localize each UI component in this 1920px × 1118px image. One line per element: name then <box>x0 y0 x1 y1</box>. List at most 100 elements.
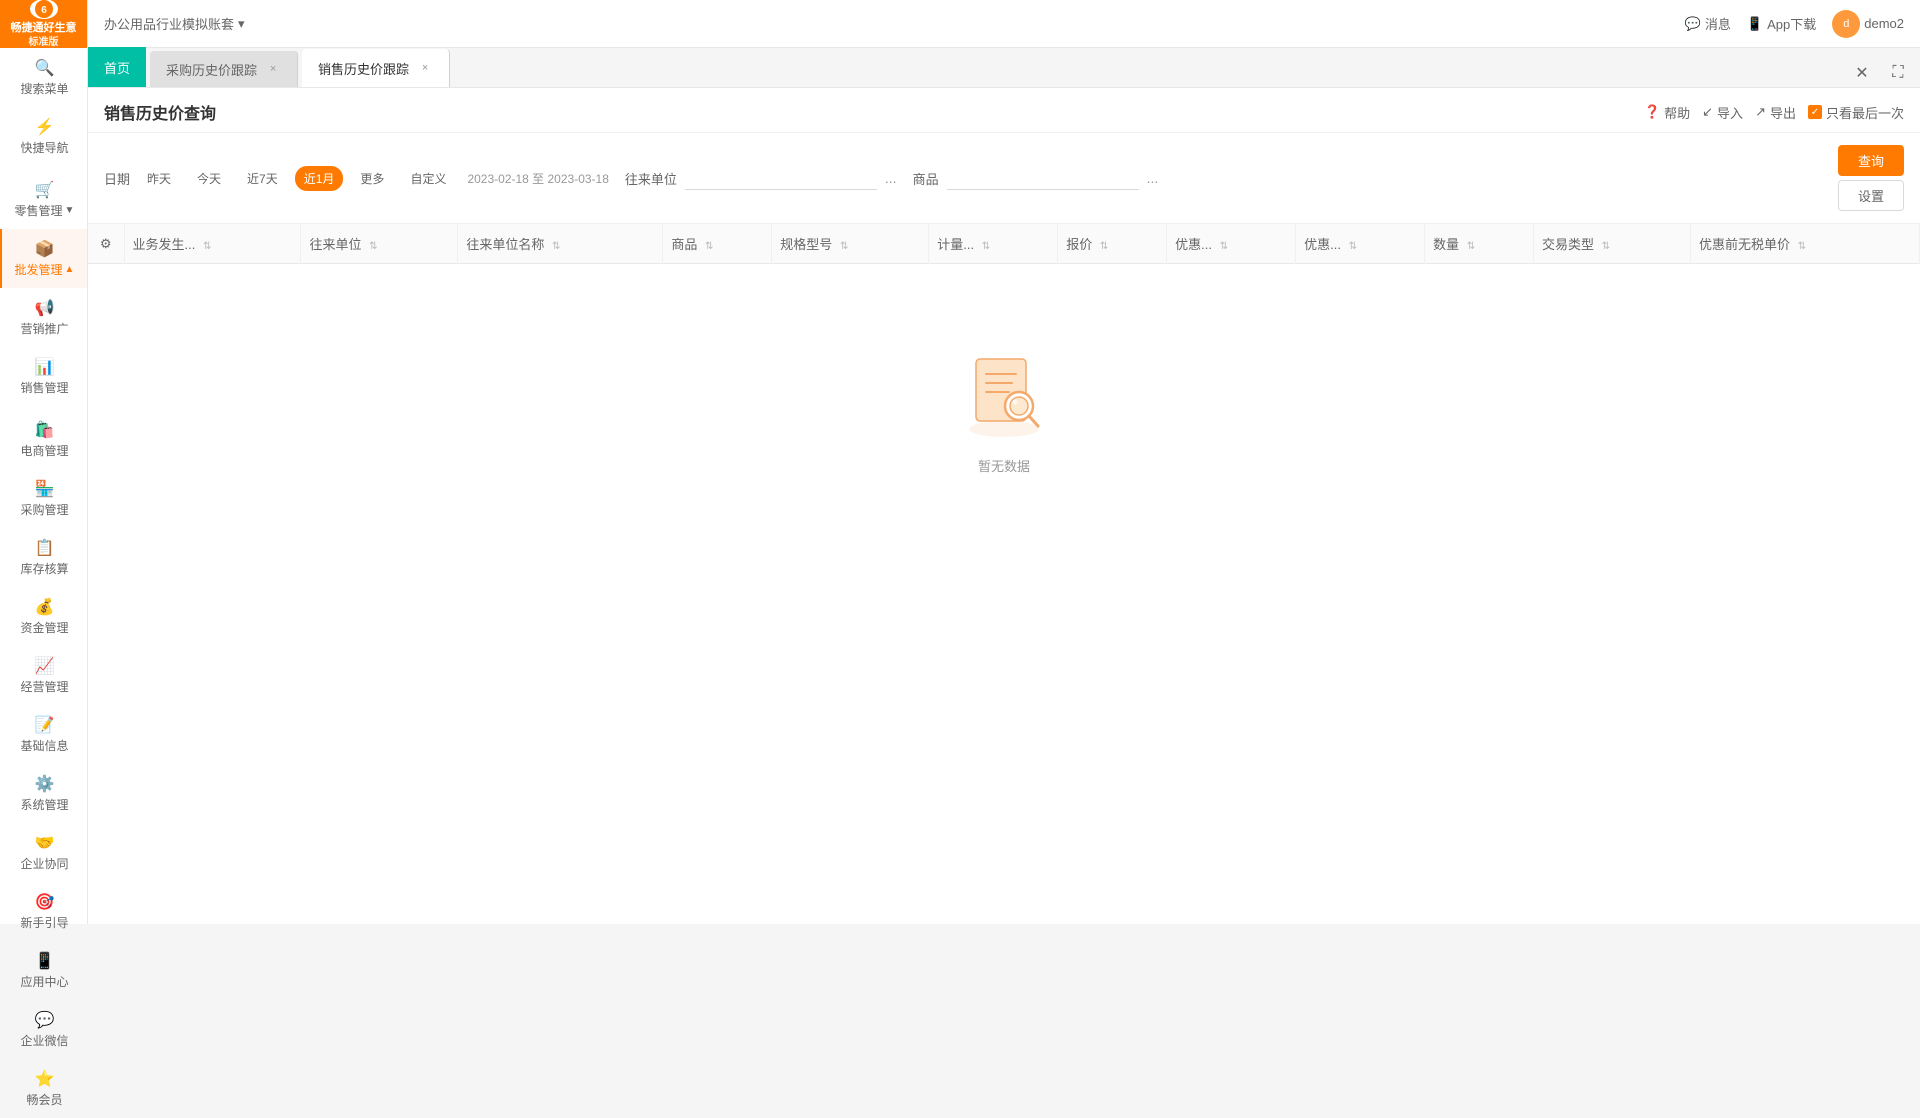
tab-right-actions: ✕ ⛶ <box>1848 59 1920 87</box>
sort-icon-discount1: ⇅ <box>1220 241 1228 252</box>
sidebar-item-basic[interactable]: 📝 基础信息 <box>0 705 87 764</box>
th-discount1[interactable]: 优惠... ⇅ <box>1167 224 1296 264</box>
svg-text:6: 6 <box>41 5 47 16</box>
th-quoted-price[interactable]: 报价 ⇅ <box>1058 224 1167 264</box>
th-biz-date[interactable]: 业务发生... ⇅ <box>124 224 301 264</box>
import-btn[interactable]: ↙ 导入 <box>1702 103 1743 122</box>
account-dropdown[interactable]: 办公用品行业模拟账套 ▾ <box>104 14 245 33</box>
sidebar-item-label-sales: 销售管理 <box>20 379 68 396</box>
tab-purchase-history[interactable]: 采购历史价跟踪 × <box>150 51 298 87</box>
product-dots-btn[interactable]: ... <box>1147 170 1159 186</box>
sidebar-item-label-finance: 资金管理 <box>20 619 68 636</box>
gear-icon: ⚙ <box>100 236 112 251</box>
sidebar-item-vip[interactable]: ⭐ 畅会员 <box>0 1059 87 1118</box>
finance-icon: 💰 <box>35 597 55 617</box>
th-discount2[interactable]: 优惠... ⇅ <box>1296 224 1425 264</box>
product-input[interactable] <box>947 166 1139 190</box>
sidebar-item-finance[interactable]: 💰 资金管理 <box>0 587 87 646</box>
empty-icon <box>954 344 1054 444</box>
help-btn[interactable]: ❓ 帮助 <box>1644 103 1690 122</box>
only-last-checkbox[interactable]: ✓ <box>1808 105 1822 119</box>
retail-icon: 🛒 <box>35 180 55 200</box>
page-content: 销售历史价查询 ❓ 帮助 ↙ 导入 ↗ 导出 ✓ 只看最后一次 <box>88 88 1920 924</box>
sidebar-item-guide[interactable]: 🎯 新手引导 <box>0 882 87 941</box>
app-download-btn[interactable]: 📱 App下载 <box>1747 14 1816 33</box>
sidebar-item-marketing[interactable]: 📢 营销推广 <box>0 288 87 347</box>
partner-input[interactable] <box>685 166 877 190</box>
empty-text: 暂无数据 <box>978 456 1030 475</box>
th-pre-tax-price[interactable]: 优惠前无税单价 ⇅ <box>1690 224 1919 264</box>
sidebar-item-operations[interactable]: 📈 经营管理 <box>0 646 87 705</box>
retail-label-group: 零售管理 ▼ <box>15 202 75 219</box>
sidebar-item-enterprise[interactable]: 🤝 企业协同 <box>0 823 87 882</box>
sidebar-item-quick-nav[interactable]: ⚡ 快捷导航 <box>0 107 87 166</box>
sort-icon-qty: ⇅ <box>1467 241 1475 252</box>
th-partner-name[interactable]: 往来单位名称 ⇅ <box>458 224 663 264</box>
close-window-icon: ✕ <box>1855 63 1868 83</box>
sidebar-item-inventory[interactable]: 📋 库存核算 <box>0 528 87 587</box>
guide-icon: 🎯 <box>35 892 55 912</box>
app-center-icon: 📱 <box>35 951 55 971</box>
sidebar-item-search[interactable]: 🔍 搜索菜单 <box>0 48 87 107</box>
wholesale-arrow-icon: ▲ <box>65 264 75 275</box>
only-last-checkbox-wrapper[interactable]: ✓ 只看最后一次 <box>1808 103 1904 122</box>
th-partner-code[interactable]: 往来单位 ⇅ <box>301 224 458 264</box>
quick-nav-icon: ⚡ <box>35 117 55 137</box>
page-title: 销售历史价查询 <box>104 100 216 124</box>
query-btn[interactable]: 查询 <box>1838 145 1904 176</box>
app-download-label: App下载 <box>1767 14 1816 33</box>
import-label: 导入 <box>1717 103 1743 122</box>
message-label: 消息 <box>1705 14 1731 33</box>
sidebar-item-wholesale[interactable]: 📦 批发管理 ▲ <box>0 229 87 288</box>
app-version: 标准版 <box>29 36 59 49</box>
message-btn[interactable]: 💬 消息 <box>1685 14 1731 33</box>
th-unit[interactable]: 计量... ⇅ <box>929 224 1058 264</box>
th-product[interactable]: 商品 ⇅ <box>663 224 772 264</box>
sidebar-item-label-enterprise: 企业协同 <box>20 855 68 872</box>
date-btn-custom[interactable]: 自定义 <box>401 166 455 191</box>
sidebar-item-label-search: 搜索菜单 <box>20 80 68 97</box>
avatar-initials: d <box>1843 18 1849 30</box>
th-product-label: 商品 <box>671 237 697 252</box>
date-btn-last1m[interactable]: 近1月 <box>295 166 344 191</box>
date-btn-more[interactable]: 更多 <box>351 166 393 191</box>
sidebar-item-system[interactable]: ⚙️ 系统管理 <box>0 764 87 823</box>
tab-home[interactable]: 首页 <box>88 47 146 87</box>
date-btn-last7[interactable]: 近7天 <box>238 166 287 191</box>
maximize-btn[interactable]: ⛶ <box>1884 59 1912 87</box>
sidebar-item-label-operations: 经营管理 <box>20 678 68 695</box>
sidebar-item-ecom[interactable]: 🛍️ 电商管理 <box>0 410 87 469</box>
th-qty[interactable]: 数量 ⇅ <box>1425 224 1534 264</box>
settings-btn[interactable]: 设置 <box>1838 180 1904 211</box>
partner-dots-btn[interactable]: ... <box>885 170 897 186</box>
th-gear[interactable]: ⚙ <box>88 224 124 264</box>
operations-icon: 📈 <box>35 656 55 676</box>
th-quoted-price-label: 报价 <box>1066 237 1092 252</box>
close-window-btn[interactable]: ✕ <box>1848 59 1876 87</box>
sidebar-item-app-center[interactable]: 📱 应用中心 <box>0 941 87 1000</box>
wholesale-label-group: 批发管理 ▲ <box>15 261 75 278</box>
sidebar-item-wechat[interactable]: 💬 企业微信 <box>0 1000 87 1059</box>
th-discount1-label: 优惠... <box>1175 237 1212 252</box>
date-btn-today[interactable]: 今天 <box>188 166 230 191</box>
tab-sales-close[interactable]: × <box>417 60 433 76</box>
export-label: 导出 <box>1770 103 1796 122</box>
sidebar-item-purchase[interactable]: 🏪 采购管理 <box>0 469 87 528</box>
export-btn[interactable]: ↗ 导出 <box>1755 103 1796 122</box>
tab-sales-history[interactable]: 销售历史价跟踪 × <box>302 49 450 87</box>
th-trade-type[interactable]: 交易类型 ⇅ <box>1534 224 1691 264</box>
sidebar-item-sales[interactable]: 📊 销售管理 <box>0 347 87 406</box>
date-label: 日期 <box>104 169 130 188</box>
page-title-actions: ❓ 帮助 ↙ 导入 ↗ 导出 ✓ 只看最后一次 <box>1644 103 1904 122</box>
sidebar-item-label-wechat: 企业微信 <box>20 1032 68 1049</box>
th-spec[interactable]: 规格型号 ⇅ <box>772 224 929 264</box>
user-profile[interactable]: d demo2 <box>1832 10 1904 38</box>
tab-purchase-close[interactable]: × <box>265 61 281 77</box>
empty-state: 暂无数据 <box>88 264 1920 555</box>
date-btn-yesterday[interactable]: 昨天 <box>138 166 180 191</box>
sidebar-item-label-retail: 零售管理 <box>15 202 63 219</box>
wholesale-icon: 📦 <box>35 239 55 259</box>
sidebar-item-retail[interactable]: 🛒 零售管理 ▼ <box>0 170 87 229</box>
page-title-bar: 销售历史价查询 ❓ 帮助 ↙ 导入 ↗ 导出 ✓ 只看最后一次 <box>88 88 1920 133</box>
th-spec-label: 规格型号 <box>780 237 832 252</box>
